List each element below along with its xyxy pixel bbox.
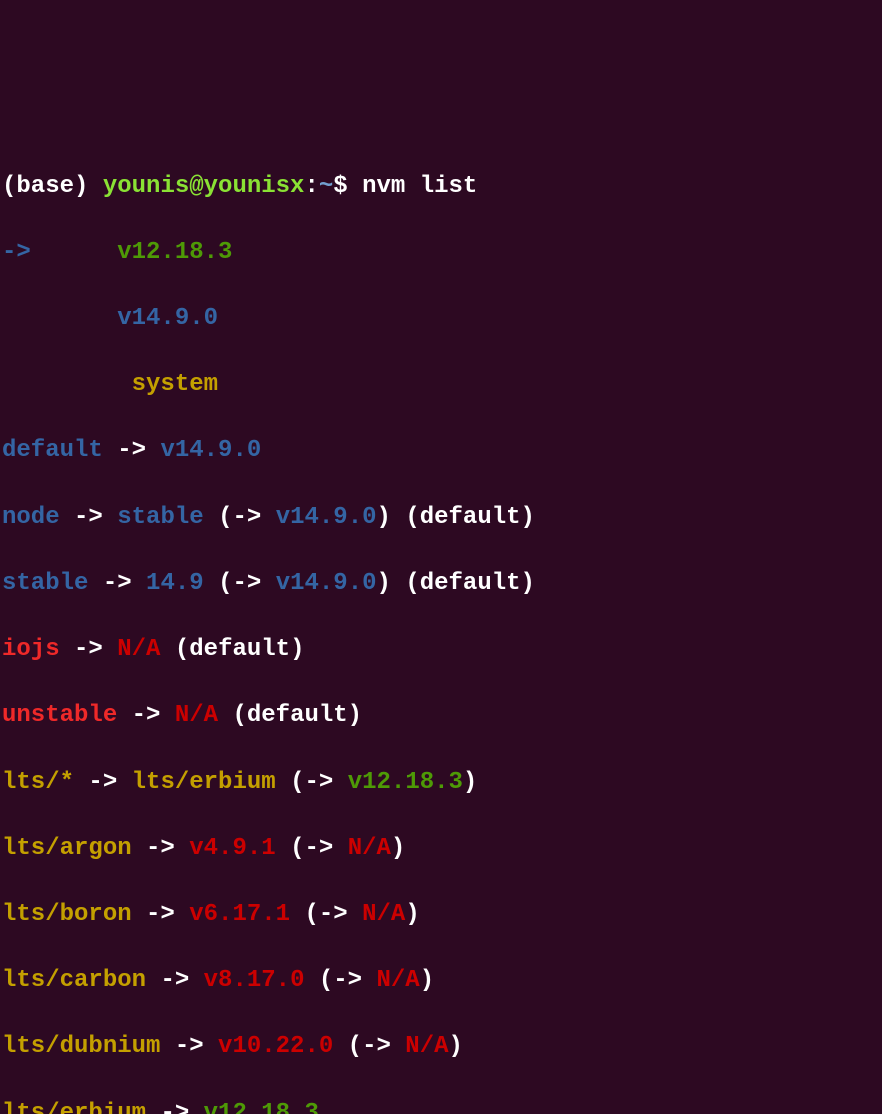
- default-tag: (default): [391, 504, 535, 531]
- alias-label: lts/*: [2, 769, 88, 796]
- version: v14.9.0: [276, 570, 377, 597]
- dollar: $: [333, 173, 362, 200]
- version: v12.18.3: [348, 769, 463, 796]
- version: v8.17.0: [204, 967, 319, 994]
- na-value: N/A: [377, 967, 420, 994]
- alias-lts-carbon: lts/carbon -> v8.17.0 (-> N/A): [2, 964, 880, 997]
- alias-lts-star: lts/* -> lts/erbium (-> v12.18.3): [2, 766, 880, 799]
- arrow-icon: ->: [232, 504, 275, 531]
- version-current: -> v12.18.3: [2, 236, 880, 269]
- version-system: system: [2, 368, 880, 401]
- paren-close: ): [405, 901, 419, 928]
- path: ~: [319, 173, 333, 200]
- version: v12.18.3: [204, 1100, 319, 1114]
- alias-label: stable: [2, 570, 103, 597]
- alias-label: lts/argon: [2, 835, 146, 862]
- alias-target: 14.9: [146, 570, 218, 597]
- system-label: system: [132, 371, 218, 398]
- paren-close: ): [391, 835, 405, 862]
- paren-open: (: [319, 967, 333, 994]
- version-item: v14.9.0: [2, 302, 880, 335]
- alias-stable: stable -> 14.9 (-> v14.9.0) (default): [2, 567, 880, 600]
- alias-label: lts/erbium: [2, 1100, 160, 1114]
- pad: [2, 305, 117, 332]
- na-value: N/A: [348, 835, 391, 862]
- na-value: N/A: [175, 702, 218, 729]
- paren-close: ): [377, 570, 391, 597]
- arrow-icon: ->: [362, 1033, 405, 1060]
- alias-label: lts/boron: [2, 901, 146, 928]
- terminal-output: (base) younis@younisx:~$ nvm list -> v12…: [2, 136, 880, 1114]
- arrow-icon: ->: [304, 769, 347, 796]
- arrow-icon: ->: [232, 570, 275, 597]
- version: v10.22.0: [218, 1033, 348, 1060]
- version: v14.9.0: [117, 305, 218, 332]
- colon: :: [304, 173, 318, 200]
- default-tag: (default): [391, 570, 535, 597]
- version: v6.17.1: [189, 901, 304, 928]
- alias-lts-argon: lts/argon -> v4.9.1 (-> N/A): [2, 832, 880, 865]
- paren-close: ): [449, 1033, 463, 1060]
- paren-open: (: [290, 769, 304, 796]
- paren-open: (: [218, 570, 232, 597]
- arrow-icon: ->: [304, 835, 347, 862]
- alias-label: unstable: [2, 702, 132, 729]
- alias-node: node -> stable (-> v14.9.0) (default): [2, 501, 880, 534]
- alias-default: default -> v14.9.0: [2, 434, 880, 467]
- na-value: N/A: [405, 1033, 448, 1060]
- na-value: N/A: [362, 901, 405, 928]
- version: v4.9.1: [189, 835, 290, 862]
- alias-lts-boron: lts/boron -> v6.17.1 (-> N/A): [2, 898, 880, 931]
- arrow-icon: ->: [146, 901, 189, 928]
- paren-open: (: [304, 901, 318, 928]
- alias-unstable: unstable -> N/A (default): [2, 699, 880, 732]
- arrow-icon: ->: [117, 437, 160, 464]
- arrow-icon: ->: [333, 967, 376, 994]
- na-value: N/A: [117, 636, 160, 663]
- arrow-icon: ->: [74, 636, 117, 663]
- version: v14.9.0: [160, 437, 261, 464]
- alias-lts-erbium: lts/erbium -> v12.18.3: [2, 1097, 880, 1114]
- alias-target: lts/erbium: [132, 769, 290, 796]
- paren-open: (: [218, 504, 232, 531]
- alias-label: default: [2, 437, 117, 464]
- alias-iojs: iojs -> N/A (default): [2, 633, 880, 666]
- alias-label: lts/carbon: [2, 967, 160, 994]
- arrow-icon: ->: [160, 967, 203, 994]
- pad: [2, 371, 132, 398]
- paren-close: ): [377, 504, 391, 531]
- alias-label: iojs: [2, 636, 74, 663]
- alias-label: node: [2, 504, 74, 531]
- arrow-icon: ->: [146, 835, 189, 862]
- arrow-icon: ->: [88, 769, 131, 796]
- command: nvm list: [362, 173, 477, 200]
- paren-open: (: [290, 835, 304, 862]
- userhost: younis@younisx: [103, 173, 305, 200]
- version: v14.9.0: [276, 504, 377, 531]
- arrow-icon: ->: [2, 239, 117, 266]
- alias-label: lts/dubnium: [2, 1033, 175, 1060]
- alias-lts-dubnium: lts/dubnium -> v10.22.0 (-> N/A): [2, 1030, 880, 1063]
- arrow-icon: ->: [319, 901, 362, 928]
- arrow-icon: ->: [175, 1033, 218, 1060]
- paren-close: ): [463, 769, 477, 796]
- paren-close: ): [420, 967, 434, 994]
- arrow-icon: ->: [132, 702, 175, 729]
- arrow-icon: ->: [74, 504, 117, 531]
- arrow-icon: ->: [160, 1100, 203, 1114]
- alias-target: stable: [117, 504, 218, 531]
- default-tag: (default): [218, 702, 362, 729]
- default-tag: (default): [160, 636, 304, 663]
- arrow-icon: ->: [103, 570, 146, 597]
- version: v12.18.3: [117, 239, 232, 266]
- prompt-line-1: (base) younis@younisx:~$ nvm list: [2, 170, 880, 203]
- conda-env: (base): [2, 173, 103, 200]
- paren-open: (: [348, 1033, 362, 1060]
